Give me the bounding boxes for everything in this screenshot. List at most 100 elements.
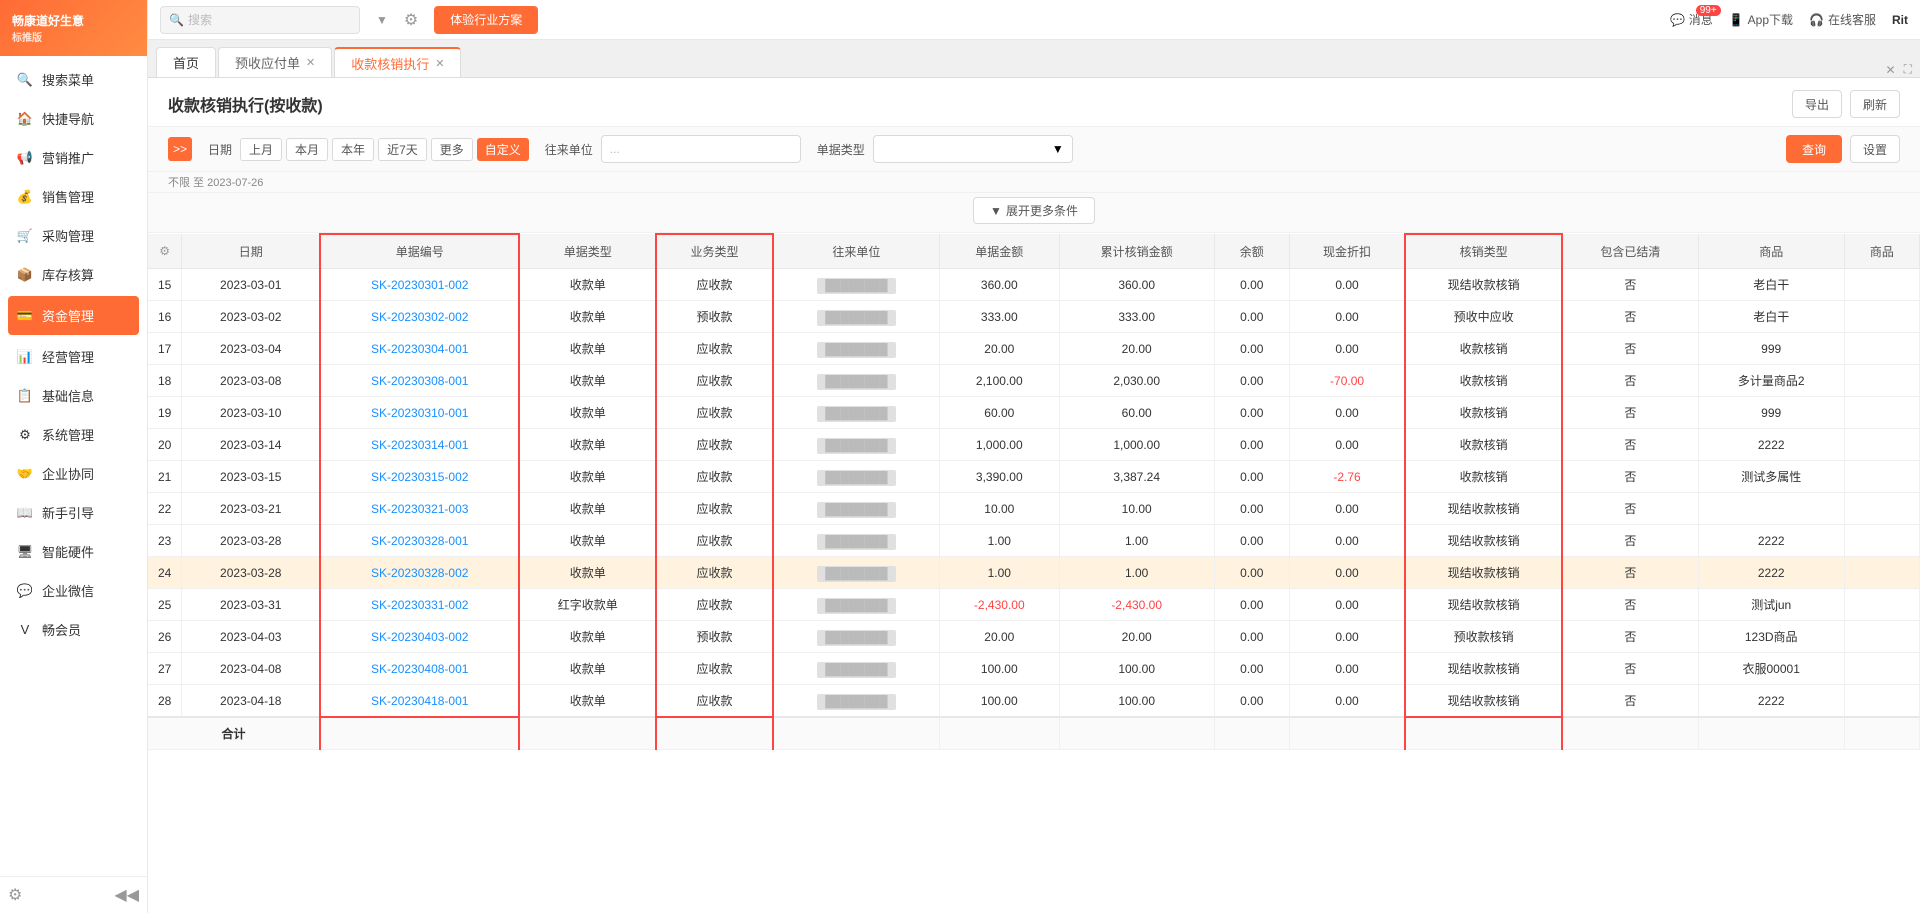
settings-icon[interactable]: ⚙ [8,885,22,905]
marketing-icon: 📢 [16,150,34,166]
doc-no-link[interactable]: SK-20230304-001 [371,342,468,356]
table-row[interactable]: 23 2023-03-28 SK-20230328-001 收款单 应收款 ██… [148,525,1920,557]
table-row[interactable]: 21 2023-03-15 SK-20230315-002 收款单 应收款 ██… [148,461,1920,493]
filter-collapse-btn[interactable]: >> [168,137,192,161]
table-row[interactable]: 28 2023-04-18 SK-20230418-001 收款单 应收款 ██… [148,685,1920,718]
row-amount: 20.00 [939,333,1059,365]
message-area[interactable]: 💬 消息 99+ [1670,11,1712,28]
col-config-header[interactable]: ⚙ [148,234,182,269]
online-service-area[interactable]: 🎧 在线客服 [1809,11,1876,28]
doc-no-link[interactable]: SK-20230328-002 [371,566,468,580]
date-filter-label: 日期 [208,141,232,158]
tab-home[interactable]: 首页 [156,47,216,77]
collapse-icon[interactable]: ◀◀ [114,885,139,905]
this-year-btn[interactable]: 本年 [332,138,374,161]
doc-no-link[interactable]: SK-20230331-002 [371,598,468,612]
row-cash-discount: -70.00 [1289,365,1405,397]
sidebar-item-marketing[interactable]: 📢营销推广 [0,138,147,177]
table-row[interactable]: 15 2023-03-01 SK-20230301-002 收款单 应收款 ██… [148,269,1920,301]
table-row[interactable]: 25 2023-03-31 SK-20230331-002 红字收款单 应收款 … [148,589,1920,621]
dropdown-icon[interactable]: ▼ [376,13,388,27]
sidebar-item-operation[interactable]: 📊经营管理 [0,337,147,376]
row-doc-type: 收款单 [519,429,656,461]
table-row[interactable]: 22 2023-03-21 SK-20230321-003 收款单 应收款 ██… [148,493,1920,525]
sidebar-item-purchase[interactable]: 🛒采购管理 [0,216,147,255]
table-row[interactable]: 17 2023-03-04 SK-20230304-001 收款单 应收款 ██… [148,333,1920,365]
table-row[interactable]: 27 2023-04-08 SK-20230408-001 收款单 应收款 ██… [148,653,1920,685]
row-include-settled: 否 [1562,621,1698,653]
table-row[interactable]: 16 2023-03-02 SK-20230302-002 收款单 预收款 ██… [148,301,1920,333]
sidebar-item-quick-nav[interactable]: 🏠快捷导航 [0,99,147,138]
export-button[interactable]: 导出 [1792,90,1842,118]
last-7days-btn[interactable]: 近7天 [378,138,427,161]
sidebar-label-purchase: 采购管理 [42,226,94,245]
maximize-icon[interactable]: ⛶ [1904,62,1912,77]
query-button[interactable]: 查询 [1786,135,1842,163]
row-doc-type: 收款单 [519,685,656,718]
table-row[interactable]: 19 2023-03-10 SK-20230310-001 收款单 应收款 ██… [148,397,1920,429]
sidebar-item-finance[interactable]: 💳资金管理 [8,296,139,335]
custom-btn[interactable]: 自定义 [477,138,529,161]
sidebar-item-inventory[interactable]: 📦库存核算 [0,255,147,294]
sidebar-item-system[interactable]: ⚙系统管理 [0,415,147,454]
row-doc-type: 收款单 [519,525,656,557]
doc-no-link[interactable]: SK-20230301-002 [371,278,468,292]
row-goods2 [1844,301,1919,333]
table-wrap[interactable]: ⚙ 日期 单据编号 单据类型 业务类型 往来单位 单据金额 累计核销金额 余额 … [148,233,1920,913]
setting-button[interactable]: 设置 [1850,135,1900,163]
sidebar-label-search-menu: 搜索菜单 [42,70,94,89]
doc-no-link[interactable]: SK-20230314-001 [371,438,468,452]
doc-no-link[interactable]: SK-20230418-001 [371,694,468,708]
sidebar-item-corp-collab[interactable]: 🤝企业协同 [0,454,147,493]
sidebar-label-basic-info: 基础信息 [42,386,94,405]
tab-prepay[interactable]: 预收应付单 ✕ [218,47,332,77]
sidebar-item-sales[interactable]: 💰销售管理 [0,177,147,216]
partner-input[interactable]: ... [601,135,801,163]
expand-conditions-btn[interactable]: ▼ 展开更多条件 [973,197,1095,224]
doc-no-link[interactable]: SK-20230403-002 [371,630,468,644]
search-bar[interactable]: 🔍 搜索 [160,6,360,34]
refresh-button[interactable]: 刷新 [1850,90,1900,118]
row-biz-type: 应收款 [656,589,773,621]
last-month-btn[interactable]: 上月 [240,138,282,161]
sidebar-label-guide: 新手引导 [42,503,94,522]
this-month-btn[interactable]: 本月 [286,138,328,161]
sidebar-item-smart-hw[interactable]: 🖥智能硬件 [0,532,147,571]
tab-collect[interactable]: 收款核销执行 ✕ [334,47,461,77]
table-row[interactable]: 24 2023-03-28 SK-20230328-002 收款单 应收款 ██… [148,557,1920,589]
solution-button[interactable]: 体验行业方案 [434,6,538,34]
tab-prepay-close[interactable]: ✕ [306,56,315,69]
doc-no-link[interactable]: SK-20230408-001 [371,662,468,676]
row-no: 20 [148,429,182,461]
sidebar-item-search-menu[interactable]: 🔍搜索菜单 [0,60,147,99]
user-area[interactable]: Rit [1892,13,1908,27]
tab-collect-close[interactable]: ✕ [435,57,444,70]
doc-no-link[interactable]: SK-20230310-001 [371,406,468,420]
doc-type-select[interactable]: ▼ [873,135,1073,163]
sidebar-bottom: ⚙ ◀◀ [0,876,147,913]
doc-no-link[interactable]: SK-20230321-003 [371,502,468,516]
doc-no-link[interactable]: SK-20230328-001 [371,534,468,548]
sidebar-item-guide[interactable]: 📖新手引导 [0,493,147,532]
table-row[interactable]: 18 2023-03-08 SK-20230308-001 收款单 应收款 ██… [148,365,1920,397]
table-row[interactable]: 20 2023-03-14 SK-20230314-001 收款单 应收款 ██… [148,429,1920,461]
row-doc-no: SK-20230321-003 [320,493,519,525]
close-all-icon[interactable]: ✕ [1886,63,1896,77]
row-accum-cancel: 100.00 [1059,685,1214,718]
sidebar-item-corp-wechat[interactable]: 💬企业微信 [0,571,147,610]
row-accum-cancel: 100.00 [1059,653,1214,685]
gear-icon[interactable]: ⚙ [404,10,418,30]
row-cancel-type: 现结收款核销 [1405,525,1562,557]
row-accum-cancel: 10.00 [1059,493,1214,525]
doc-no-link[interactable]: SK-20230302-002 [371,310,468,324]
row-amount: 100.00 [939,685,1059,718]
more-btn[interactable]: 更多 [431,138,473,161]
table-header-row: ⚙ 日期 单据编号 单据类型 业务类型 往来单位 单据金额 累计核销金额 余额 … [148,234,1920,269]
sidebar-item-vip[interactable]: V畅会员 [0,610,147,649]
doc-no-link[interactable]: SK-20230308-001 [371,374,468,388]
sidebar-item-basic-info[interactable]: 📋基础信息 [0,376,147,415]
app-download-label: App下载 [1748,11,1793,28]
app-download-area[interactable]: 📱 App下载 [1729,11,1793,28]
table-row[interactable]: 26 2023-04-03 SK-20230403-002 收款单 预收款 ██… [148,621,1920,653]
doc-no-link[interactable]: SK-20230315-002 [371,470,468,484]
